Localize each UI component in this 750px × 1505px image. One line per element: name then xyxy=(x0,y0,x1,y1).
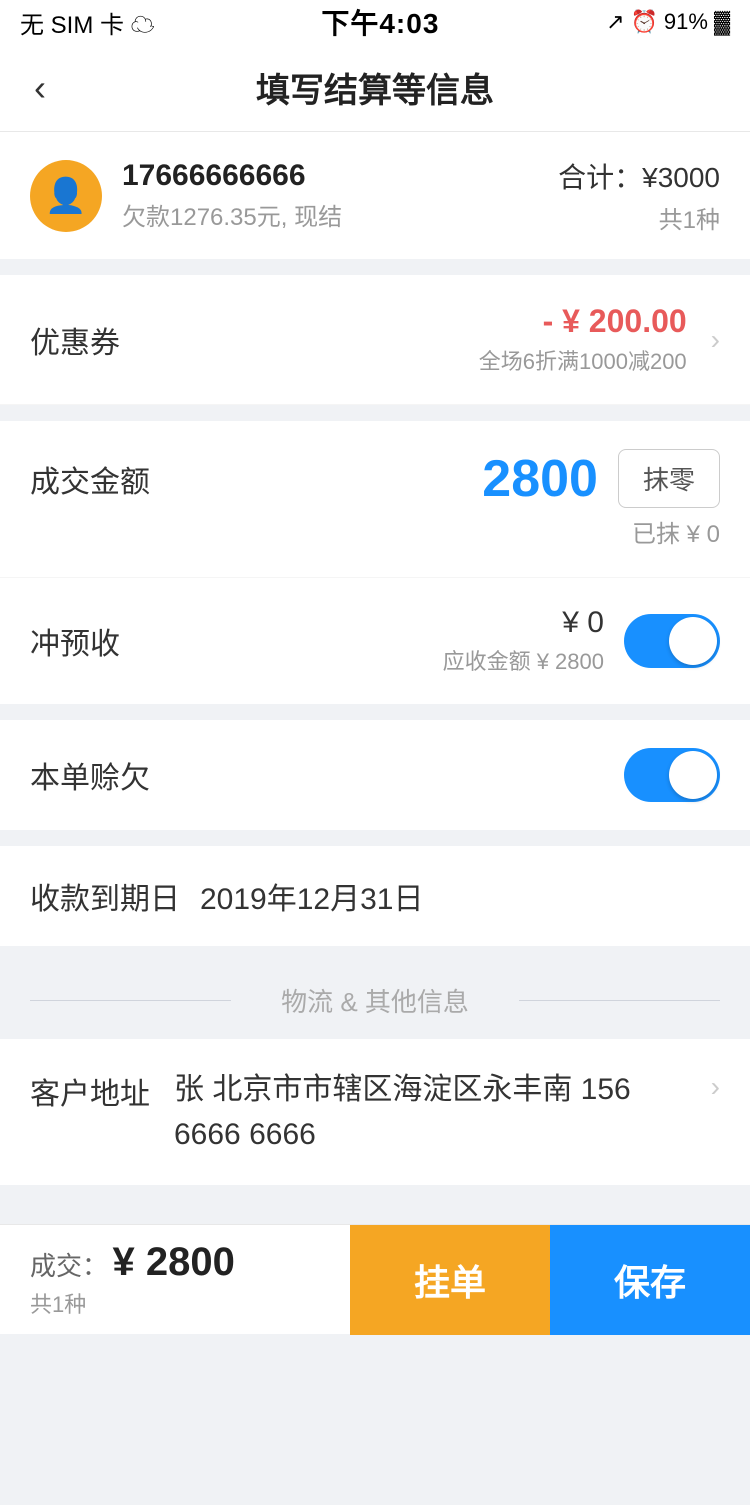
section-divider-1 xyxy=(0,405,750,421)
section-divider-2 xyxy=(0,704,750,720)
prepay-label: 冲预收 xyxy=(30,619,120,663)
debit-label: 本单赊欠 xyxy=(30,753,150,797)
back-button[interactable]: ‹ xyxy=(24,57,56,119)
deal-amount: 2800 xyxy=(482,453,598,505)
avatar-icon: 👤 xyxy=(45,176,87,216)
logistics-label: 物流 & 其他信息 xyxy=(281,982,469,1019)
status-right: ↗ ⏰ 91% ▓ xyxy=(606,9,730,35)
prepay-right: ¥ 0 应收金额 ¥ 2800 xyxy=(443,606,720,676)
deal-sub: 已抹 ¥ 0 xyxy=(30,514,720,549)
due-date-label: 收款到期日 xyxy=(30,874,180,918)
location-icon: ↗ xyxy=(606,9,624,35)
prepay-amount-block: ¥ 0 应收金额 ¥ 2800 xyxy=(443,606,604,676)
alarm-icon: ⏰ xyxy=(631,9,658,35)
prepay-row: 冲预收 ¥ 0 应收金额 ¥ 2800 xyxy=(30,606,720,676)
bottom-deal-amount: ¥ 2800 xyxy=(112,1240,234,1284)
deal-right: 2800 抹零 xyxy=(482,449,720,508)
debit-row: 本单赊欠 xyxy=(30,748,720,802)
bottom-deal-row: 成交： ¥ 2800 xyxy=(30,1240,320,1285)
customer-left: 👤 17666666666 欠款1276.35元, 现结 xyxy=(30,159,342,232)
avatar: 👤 xyxy=(30,160,102,232)
address-chevron-icon: › xyxy=(711,1071,720,1103)
debit-toggle-knob xyxy=(669,751,717,799)
battery-icon: ▓ xyxy=(714,9,730,35)
status-bar: 无 SIM 卡 ☁ 下午4:03 ↗ ⏰ 91% ▓ xyxy=(0,0,750,44)
debit-section: 本单赊欠 xyxy=(0,720,750,830)
logistics-line-right xyxy=(519,1000,720,1001)
toggle-knob xyxy=(669,617,717,665)
due-row: 收款到期日 2019年12月31日 xyxy=(30,874,720,918)
nav-bar: ‹ 填写结算等信息 xyxy=(0,44,750,132)
page-title: 填写结算等信息 xyxy=(256,63,494,112)
address-label: 客户地址 xyxy=(30,1069,150,1113)
bottom-summary: 成交： ¥ 2800 共1种 xyxy=(0,1240,350,1319)
logistics-divider: 物流 & 其他信息 xyxy=(0,962,750,1039)
deal-label: 成交金额 xyxy=(30,457,150,501)
prepay-sub: 应收金额 ¥ 2800 xyxy=(443,644,604,676)
address-section[interactable]: 客户地址 张 北京市市辖区海淀区永丰南 156 6666 6666 › xyxy=(0,1039,750,1185)
status-left: 无 SIM 卡 ☁ xyxy=(20,5,155,40)
customer-card: 👤 17666666666 欠款1276.35元, 现结 合计：¥3000 共1… xyxy=(0,132,750,259)
battery-text: 91% xyxy=(664,9,708,35)
address-content: 张 北京市市辖区海淀区永丰南 156 6666 6666 xyxy=(174,1067,699,1157)
coupon-amount: - ¥ 200.00 xyxy=(479,303,687,340)
status-time: 下午4:03 xyxy=(321,2,439,42)
customer-phone: 17666666666 xyxy=(122,159,342,193)
total-amount: 合计：¥3000 xyxy=(558,156,720,196)
chevron-right-icon: › xyxy=(711,324,720,356)
logistics-line-left xyxy=(30,1000,231,1001)
pending-button[interactable]: 挂单 xyxy=(350,1225,550,1335)
bottom-deal-count: 共1种 xyxy=(30,1287,320,1319)
prepay-toggle[interactable] xyxy=(624,614,720,668)
total-count: 共1种 xyxy=(558,200,720,235)
prepay-amount: ¥ 0 xyxy=(443,606,604,640)
deal-section: 成交金额 2800 抹零 已抹 ¥ 0 xyxy=(0,421,750,577)
customer-info: 17666666666 欠款1276.35元, 现结 xyxy=(122,159,342,232)
bottom-bar: 成交： ¥ 2800 共1种 挂单 保存 xyxy=(0,1224,750,1334)
coupon-desc: 全场6折满1000减200 xyxy=(479,344,687,376)
prepay-section: 冲预收 ¥ 0 应收金额 ¥ 2800 xyxy=(0,577,750,704)
customer-right: 合计：¥3000 共1种 xyxy=(558,156,720,235)
coupon-label: 优惠券 xyxy=(30,318,120,362)
debit-toggle[interactable] xyxy=(624,748,720,802)
coupon-row[interactable]: 优惠券 - ¥ 200.00 全场6折满1000减200 › xyxy=(0,275,750,405)
coupon-right: - ¥ 200.00 全场6折满1000减200 › xyxy=(479,303,720,376)
due-date-value: 2019年12月31日 xyxy=(200,874,423,918)
deal-row: 成交金额 2800 抹零 xyxy=(30,449,720,508)
save-button[interactable]: 保存 xyxy=(550,1225,750,1335)
no-sim-text: 无 SIM 卡 ☁ xyxy=(20,5,155,40)
round-zero-button[interactable]: 抹零 xyxy=(618,449,720,508)
due-date-section: 收款到期日 2019年12月31日 xyxy=(0,846,750,946)
customer-sub: 欠款1276.35元, 现结 xyxy=(122,197,342,232)
bottom-deal-prefix: 成交： xyxy=(30,1251,108,1281)
